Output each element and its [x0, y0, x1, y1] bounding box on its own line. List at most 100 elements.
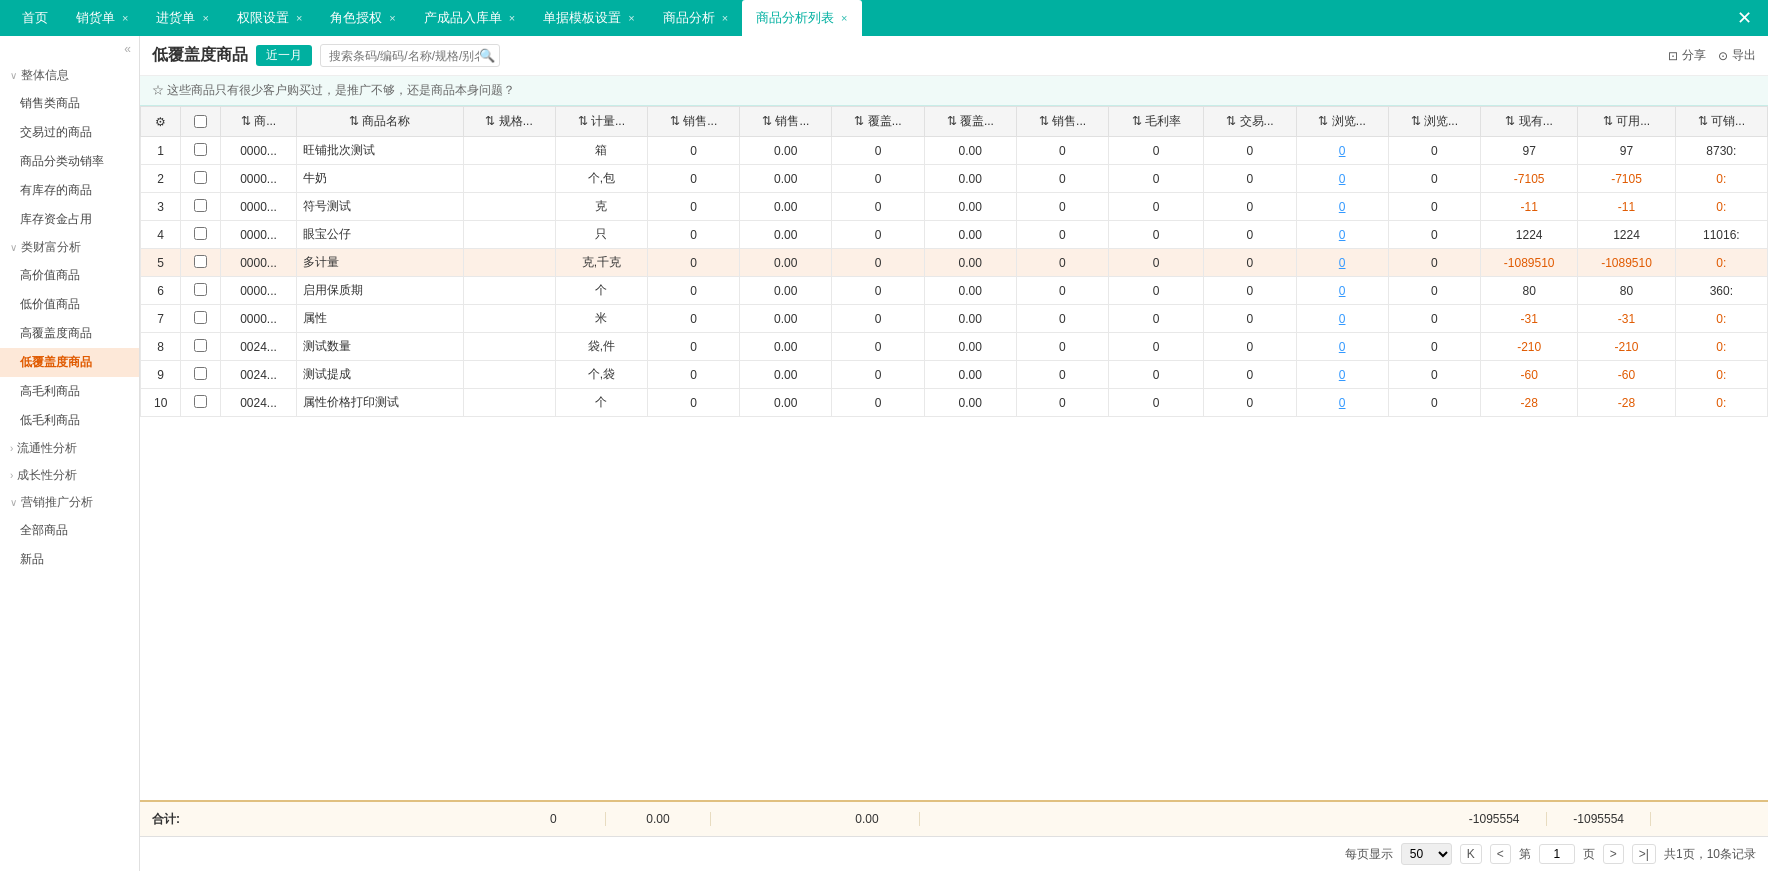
next-page-button[interactable]: >	[1603, 844, 1624, 864]
th-current[interactable]: ⇅ 现有...	[1480, 107, 1577, 137]
sidebar-group-marketing[interactable]: ∨ 营销推广分析	[0, 489, 139, 516]
row-checkbox[interactable]	[194, 283, 207, 296]
row-checkbox[interactable]	[194, 255, 207, 268]
cell-browse1[interactable]: 0	[1296, 221, 1388, 249]
th-cover2[interactable]: ⇅ 覆盖...	[924, 107, 1016, 137]
cell-browse1[interactable]: 0	[1296, 193, 1388, 221]
export-button[interactable]: ⊙ 导出	[1718, 47, 1756, 64]
th-spec[interactable]: ⇅ 规格...	[463, 107, 555, 137]
sidebar-group-growth[interactable]: › 成长性分析	[0, 462, 139, 489]
nav-tab-inventory[interactable]: 产成品入库单 ×	[410, 0, 529, 36]
date-filter-button[interactable]: 近一月	[256, 45, 312, 66]
window-close-button[interactable]: ✕	[1729, 7, 1760, 29]
nav-close-inventory[interactable]: ×	[509, 0, 515, 36]
cell-checkbox[interactable]	[181, 333, 221, 361]
sidebar-item-high-margin[interactable]: 高毛利商品	[0, 377, 139, 406]
table-row: 6 0000... 启用保质期 个 0 0.00 0 0.00 0 0 0 0 …	[141, 277, 1768, 305]
nav-close-purchase[interactable]: ×	[202, 0, 208, 36]
cell-checkbox[interactable]	[181, 361, 221, 389]
th-sales2[interactable]: ⇅ 销售...	[1016, 107, 1108, 137]
row-checkbox[interactable]	[194, 199, 207, 212]
first-page-button[interactable]: K	[1460, 844, 1482, 864]
nav-tab-home[interactable]: 首页	[8, 0, 62, 36]
cell-checkbox[interactable]	[181, 249, 221, 277]
cell-checkbox[interactable]	[181, 137, 221, 165]
nav-tab-permissions[interactable]: 权限设置 ×	[223, 0, 316, 36]
sidebar-item-high-value[interactable]: 高价值商品	[0, 261, 139, 290]
sidebar-item-category-rate[interactable]: 商品分类动销率	[0, 147, 139, 176]
sidebar-item-stocked-goods[interactable]: 有库存的商品	[0, 176, 139, 205]
th-gross-rate[interactable]: ⇅ 毛利率	[1109, 107, 1204, 137]
cell-browse1[interactable]: 0	[1296, 137, 1388, 165]
th-browse1[interactable]: ⇅ 浏览...	[1296, 107, 1388, 137]
sidebar-item-all-goods[interactable]: 全部商品	[0, 516, 139, 545]
th-code[interactable]: ⇅ 商...	[221, 107, 297, 137]
th-sales-qty[interactable]: ⇅ 销售...	[647, 107, 739, 137]
nav-tab-templates[interactable]: 单据模板设置 ×	[529, 0, 648, 36]
cell-checkbox[interactable]	[181, 165, 221, 193]
th-sellable[interactable]: ⇅ 可销...	[1675, 107, 1767, 137]
nav-close-sales[interactable]: ×	[122, 0, 128, 36]
th-sales-amt[interactable]: ⇅ 销售...	[740, 107, 832, 137]
per-page-select[interactable]: 50 100 200	[1401, 843, 1452, 865]
cell-sellable: 0:	[1675, 249, 1767, 277]
sidebar-group-circulation[interactable]: › 流通性分析	[0, 435, 139, 462]
share-button[interactable]: ⊡ 分享	[1668, 47, 1706, 64]
nav-close-permissions[interactable]: ×	[296, 0, 302, 36]
cell-spec	[463, 361, 555, 389]
th-browse2[interactable]: ⇅ 浏览...	[1388, 107, 1480, 137]
cell-checkbox[interactable]	[181, 305, 221, 333]
cell-checkbox[interactable]	[181, 389, 221, 417]
row-checkbox[interactable]	[194, 311, 207, 324]
prev-page-button[interactable]: <	[1490, 844, 1511, 864]
sidebar-item-inventory-fund[interactable]: 库存资金占用	[0, 205, 139, 234]
sidebar-collapse-button[interactable]: «	[0, 36, 139, 62]
search-input[interactable]	[329, 49, 479, 63]
nav-close-analysis[interactable]: ×	[722, 0, 728, 36]
sidebar-item-new-goods[interactable]: 新品	[0, 545, 139, 574]
th-cover1[interactable]: ⇅ 覆盖...	[832, 107, 924, 137]
th-name[interactable]: ⇅ 商品名称	[296, 107, 463, 137]
row-checkbox[interactable]	[194, 143, 207, 156]
sidebar-group-overall[interactable]: ∨ 整体信息	[0, 62, 139, 89]
cell-browse1[interactable]: 0	[1296, 277, 1388, 305]
sidebar-group-wealth[interactable]: ∨ 类财富分析	[0, 234, 139, 261]
cell-browse1[interactable]: 0	[1296, 333, 1388, 361]
sidebar-item-traded-goods[interactable]: 交易过的商品	[0, 118, 139, 147]
nav-close-analysis-list[interactable]: ×	[841, 0, 847, 36]
page-input[interactable]	[1539, 844, 1575, 864]
nav-tab-roles[interactable]: 角色授权 ×	[316, 0, 409, 36]
cell-checkbox[interactable]	[181, 193, 221, 221]
select-all-checkbox[interactable]	[194, 115, 207, 128]
cell-browse1[interactable]: 0	[1296, 165, 1388, 193]
cell-browse1[interactable]: 0	[1296, 389, 1388, 417]
nav-tab-purchase[interactable]: 进货单 ×	[142, 0, 222, 36]
th-checkbox[interactable]	[181, 107, 221, 137]
sidebar-item-high-coverage[interactable]: 高覆盖度商品	[0, 319, 139, 348]
sidebar-item-low-margin[interactable]: 低毛利商品	[0, 406, 139, 435]
last-page-button[interactable]: >|	[1632, 844, 1656, 864]
th-unit[interactable]: ⇅ 计量...	[555, 107, 647, 137]
cell-browse1[interactable]: 0	[1296, 249, 1388, 277]
cell-browse1[interactable]: 0	[1296, 361, 1388, 389]
nav-close-templates[interactable]: ×	[628, 0, 634, 36]
th-available[interactable]: ⇅ 可用...	[1578, 107, 1675, 137]
sidebar-item-low-coverage[interactable]: 低覆盖度商品	[0, 348, 139, 377]
nav-tab-analysis[interactable]: 商品分析 ×	[649, 0, 742, 36]
nav-tab-analysis-list[interactable]: 商品分析列表 ×	[742, 0, 861, 36]
th-trade[interactable]: ⇅ 交易...	[1204, 107, 1296, 137]
sidebar-item-low-value[interactable]: 低价值商品	[0, 290, 139, 319]
cell-checkbox[interactable]	[181, 221, 221, 249]
row-checkbox[interactable]	[194, 227, 207, 240]
sidebar-item-sales-goods[interactable]: 销售类商品	[0, 89, 139, 118]
th-settings[interactable]: ⚙	[141, 107, 181, 137]
cell-checkbox[interactable]	[181, 277, 221, 305]
row-checkbox[interactable]	[194, 171, 207, 184]
row-checkbox[interactable]	[194, 367, 207, 380]
cell-cover1: 0	[832, 277, 924, 305]
cell-browse1[interactable]: 0	[1296, 305, 1388, 333]
row-checkbox[interactable]	[194, 395, 207, 408]
nav-tab-sales[interactable]: 销货单 ×	[62, 0, 142, 36]
nav-close-roles[interactable]: ×	[389, 0, 395, 36]
row-checkbox[interactable]	[194, 339, 207, 352]
